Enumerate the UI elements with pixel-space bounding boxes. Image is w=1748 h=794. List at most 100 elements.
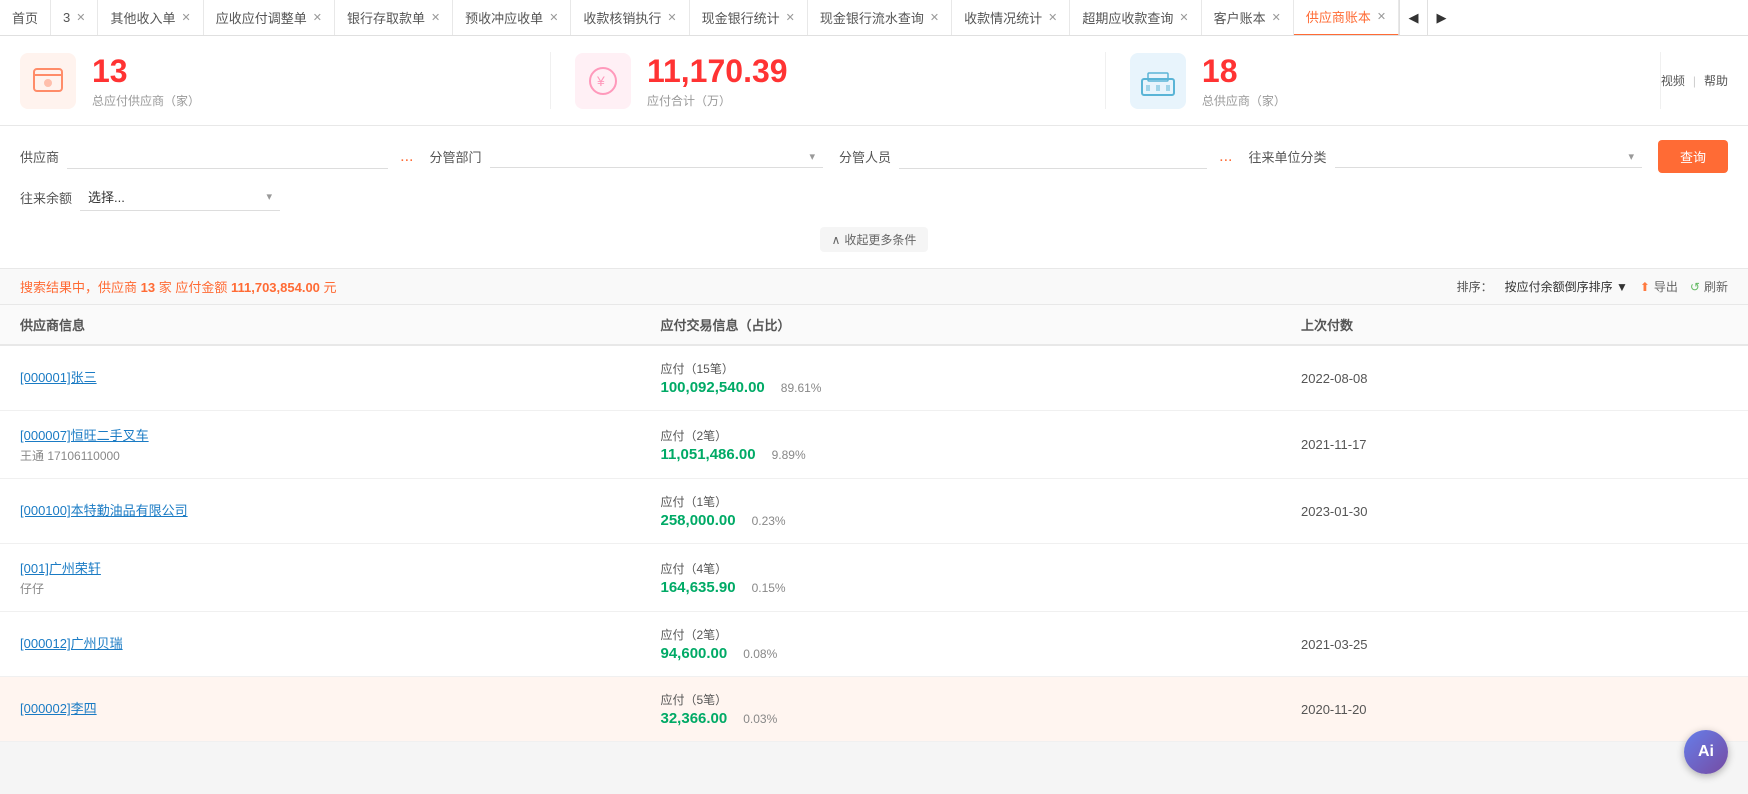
close-icon[interactable]: ✕ — [667, 11, 676, 24]
help-link[interactable]: 帮助 — [1704, 72, 1728, 89]
unit-select[interactable]: ▾ — [1335, 146, 1642, 168]
card3-content: 18 总供应商（家） — [1202, 52, 1286, 109]
close-icon[interactable]: ✕ — [1272, 11, 1281, 24]
result-count: 13 — [141, 280, 155, 295]
top-navigation: 首页 3 ✕ 其他收入单 ✕ 应收应付调整单 ✕ 银行存取款单 ✕ 预收冲应收单… — [0, 0, 1748, 36]
close-icon[interactable]: ✕ — [786, 11, 795, 24]
tx-row-4: 94,600.00 0.08% — [661, 643, 1302, 662]
nav-tab-advance[interactable]: 预收冲应收单 ✕ — [453, 0, 571, 36]
payable-supplier-count: 13 — [92, 52, 200, 90]
tx-amount-2[interactable]: 258,000.00 — [661, 512, 736, 529]
nav-tab-supplier-ledger[interactable]: 供应商账本 ✕ — [1294, 0, 1399, 36]
close-icon[interactable]: ✕ — [1048, 11, 1057, 24]
supplier-cell-5: [000002]李四 — [20, 698, 661, 720]
tx-percent-2: 0.23% — [752, 514, 786, 528]
tx-amount-3[interactable]: 164,635.90 — [661, 579, 736, 596]
card2-content: 11,170.39 应付合计（万） — [647, 52, 788, 109]
export-button[interactable]: ⬆ 导出 — [1640, 278, 1678, 295]
supplier-link-3[interactable]: [001]广州荣轩 — [20, 558, 661, 577]
collapse-button[interactable]: ∧ 收起更多条件 — [820, 227, 929, 252]
supplier-dots-icon[interactable]: ... — [400, 148, 413, 166]
last-pay-cell-5: 2020-11-20 — [1301, 702, 1728, 717]
nav-tab-adjustment[interactable]: 应收应付调整单 ✕ — [204, 0, 335, 36]
supplier-payable-icon — [20, 53, 76, 109]
balance-select[interactable]: 选择... ▾ — [80, 183, 280, 211]
result-amount: 111,703,854.00 — [231, 280, 320, 295]
supplier-link-2[interactable]: [000100]本特勤油品有限公司 — [20, 500, 661, 519]
supplier-cell-4: [000012]广州贝瑞 — [20, 633, 661, 655]
nav-tab-3[interactable]: 3 ✕ — [51, 0, 98, 36]
unit-label: 往来单位分类 — [1249, 147, 1327, 166]
nav-arrow-left[interactable]: ◀ — [1399, 0, 1427, 36]
person-input[interactable] — [899, 145, 1207, 169]
close-icon[interactable]: ✕ — [431, 11, 440, 24]
table-row: [000001]张三 应付（15笔） 100,092,540.00 89.61%… — [0, 346, 1748, 411]
tx-label-2: 应付（1笔） — [661, 493, 1302, 510]
last-pay-cell-4: 2021-03-25 — [1301, 637, 1728, 652]
last-pay-cell-0: 2022-08-08 — [1301, 371, 1728, 386]
nav-tab-home[interactable]: 首页 — [0, 0, 51, 36]
supplier-input[interactable] — [67, 145, 388, 169]
refresh-icon: ↺ — [1690, 280, 1700, 294]
close-icon[interactable]: ✕ — [1179, 11, 1188, 24]
tx-row-5: 32,366.00 0.03% — [661, 708, 1302, 727]
col-header-supplier: 供应商信息 — [20, 315, 661, 334]
nav-tab-other-income[interactable]: 其他收入单 ✕ — [98, 0, 203, 36]
supplier-link-5[interactable]: [000002]李四 — [20, 698, 661, 717]
tx-amount-1[interactable]: 11,051,486.00 — [661, 446, 756, 463]
collapse-label: 收起更多条件 — [844, 231, 916, 248]
collapse-bar: ∧ 收起更多条件 — [20, 221, 1728, 258]
video-link[interactable]: 视频 — [1661, 72, 1685, 89]
nav-tab-overdue[interactable]: 超期应收款查询 ✕ — [1070, 0, 1201, 36]
tx-percent-1: 9.89% — [772, 448, 806, 462]
close-icon[interactable]: ✕ — [930, 11, 939, 24]
table-body: [000001]张三 应付（15笔） 100,092,540.00 89.61%… — [0, 346, 1748, 742]
tx-amount-5[interactable]: 32,366.00 — [661, 710, 728, 727]
supplier-cell-3: [001]广州荣轩 仔仔 — [20, 558, 661, 597]
sort-value[interactable]: 按应付余额倒序排序 ▼ — [1505, 278, 1628, 295]
close-icon[interactable]: ✕ — [1377, 10, 1386, 23]
nav-tab-payment-exec[interactable]: 收款核销执行 ✕ — [571, 0, 689, 36]
tx-amount-0[interactable]: 100,092,540.00 — [661, 379, 765, 396]
query-button[interactable]: 查询 — [1658, 140, 1728, 173]
dept-chevron-icon: ▾ — [809, 150, 815, 163]
ai-badge[interactable]: Ai — [1684, 730, 1728, 774]
payable-supplier-label: 总应付供应商（家） — [92, 92, 200, 109]
export-icon: ⬆ — [1640, 280, 1650, 294]
tx-row-1: 11,051,486.00 9.89% — [661, 444, 1302, 463]
balance-chevron-icon: ▾ — [266, 190, 272, 203]
supplier-cell-1: [000007]恒旺二手叉车 王通 17106110000 — [20, 425, 661, 464]
close-icon[interactable]: ✕ — [313, 11, 322, 24]
dept-label: 分管部门 — [430, 147, 482, 166]
transaction-cell-4: 应付（2笔） 94,600.00 0.08% — [661, 626, 1302, 662]
filter-row-1: 供应商 ... 分管部门 ▾ 分管人员 ... 往来单位分类 ▾ 查询 — [20, 140, 1728, 173]
nav-tab-bank-deposit[interactable]: 银行存取款单 ✕ — [335, 0, 453, 36]
unit-chevron-icon: ▾ — [1628, 150, 1634, 163]
close-icon[interactable]: ✕ — [76, 11, 85, 24]
close-icon[interactable]: ✕ — [549, 11, 558, 24]
nav-tab-payment-stat[interactable]: 收款情况统计 ✕ — [952, 0, 1070, 36]
supplier-contact-1: 王通 17106110000 — [20, 447, 661, 464]
filter-balance: 往来余额 选择... ▾ — [20, 183, 280, 211]
filter-supplier: 供应商 ... — [20, 145, 414, 169]
summary-bar: 13 总应付供应商（家） ¥ 11,170.39 应付合计（万） — [0, 36, 1748, 126]
result-bar: 搜索结果中，供应商 13 家 应付金额 111,703,854.00 元 排序：… — [0, 269, 1748, 305]
collapse-icon: ∧ — [832, 233, 841, 247]
dept-select[interactable]: ▾ — [490, 146, 823, 168]
supplier-link-0[interactable]: [000001]张三 — [20, 367, 661, 386]
nav-arrow-right[interactable]: ▶ — [1427, 0, 1455, 36]
close-icon[interactable]: ✕ — [181, 11, 190, 24]
tx-label-3: 应付（4笔） — [661, 560, 1302, 577]
table-header: 供应商信息 应付交易信息（占比） 上次付数 — [0, 305, 1748, 346]
refresh-button[interactable]: ↺ 刷新 — [1690, 278, 1728, 295]
col-header-transaction: 应付交易信息（占比） — [661, 315, 1302, 334]
nav-tab-cash-bank-stat[interactable]: 现金银行统计 ✕ — [690, 0, 808, 36]
person-dots-icon[interactable]: ... — [1219, 148, 1232, 166]
nav-tab-cash-bank-flow[interactable]: 现金银行流水查询 ✕ — [808, 0, 952, 36]
tx-amount-4[interactable]: 94,600.00 — [661, 645, 728, 662]
transaction-cell-3: 应付（4笔） 164,635.90 0.15% — [661, 560, 1302, 596]
supplier-link-1[interactable]: [000007]恒旺二手叉车 — [20, 425, 661, 444]
supplier-link-4[interactable]: [000012]广州贝瑞 — [20, 633, 661, 652]
nav-tab-customer-ledger[interactable]: 客户账本 ✕ — [1202, 0, 1294, 36]
supplier-contact-3: 仔仔 — [20, 580, 661, 597]
